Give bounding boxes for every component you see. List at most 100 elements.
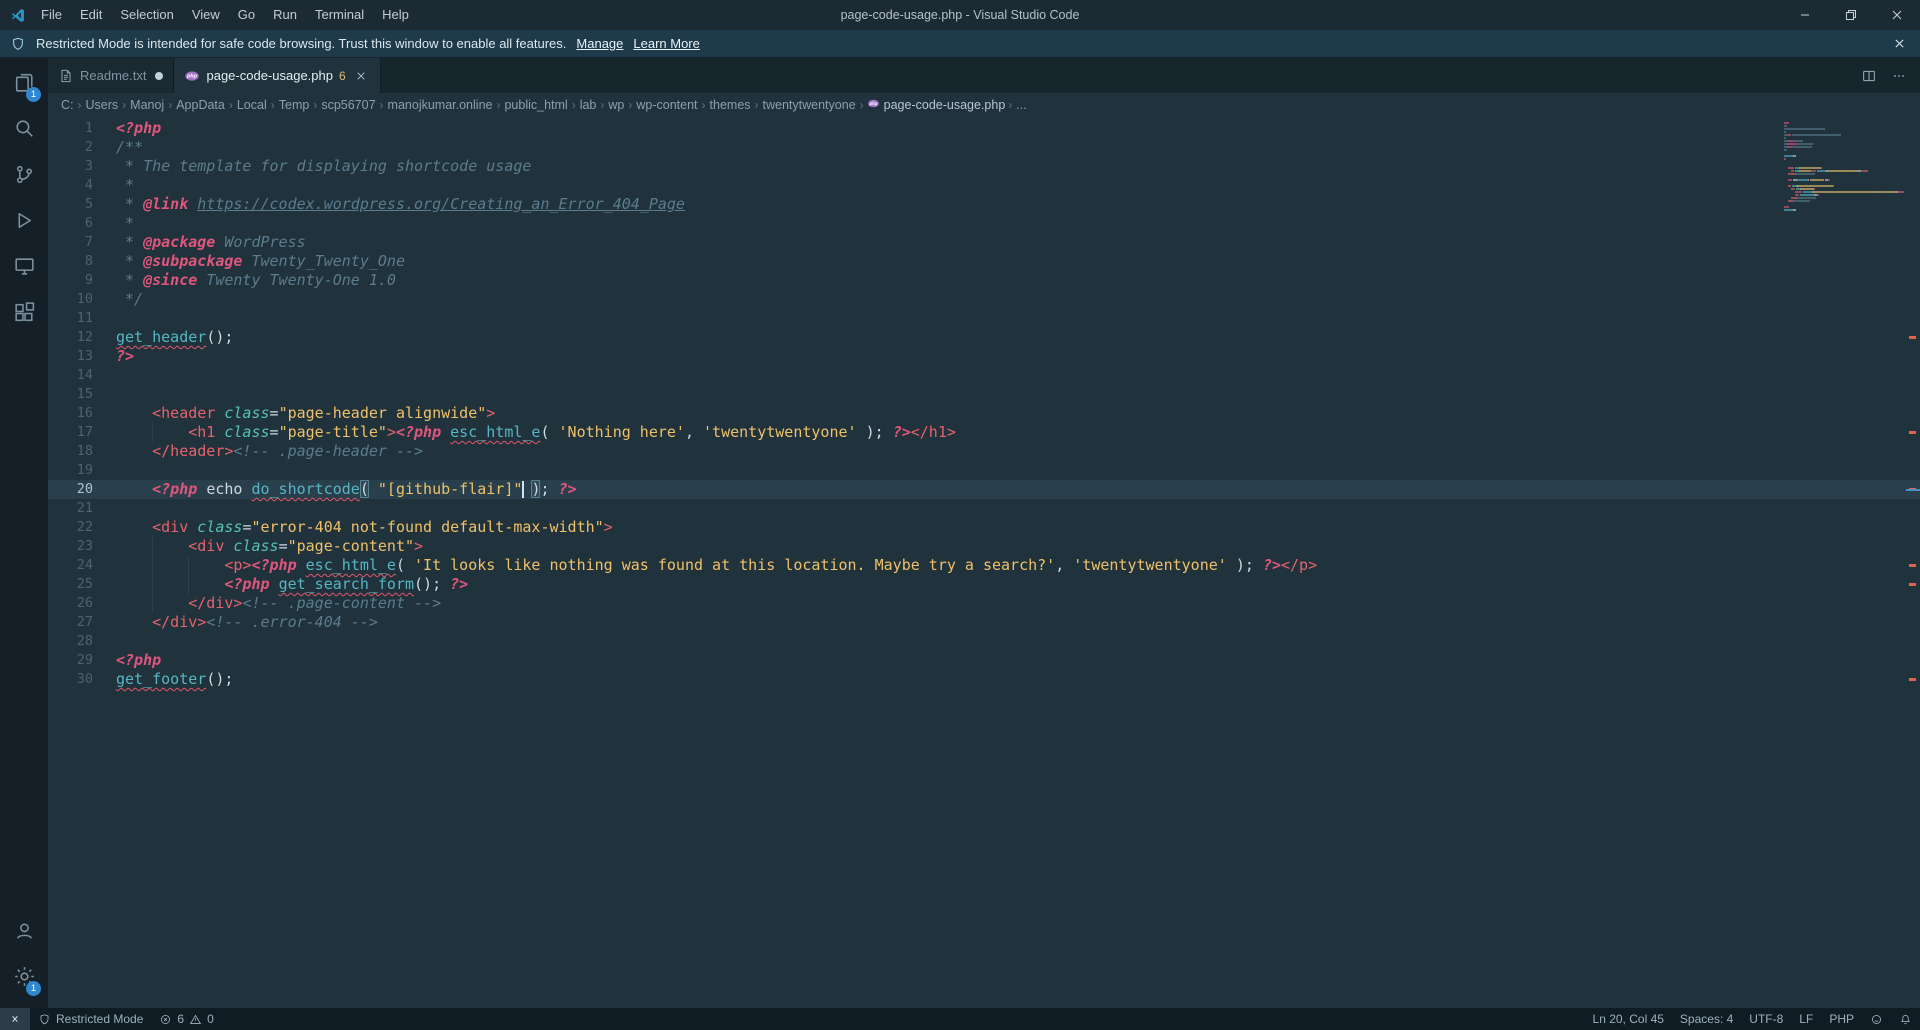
breadcrumb-segment[interactable]: wp <box>607 98 625 112</box>
breadcrumb-segment[interactable]: scp56707 <box>320 98 376 112</box>
tab-close-icon[interactable] <box>352 67 370 85</box>
line-number: 12 <box>48 328 116 347</box>
code-line-13[interactable]: 13?> <box>48 347 1920 366</box>
activity-extensions[interactable] <box>0 292 48 338</box>
restore-button[interactable] <box>1828 0 1874 30</box>
code-line-15[interactable]: 15 <box>48 385 1920 404</box>
cursor-position-status[interactable]: Ln 20, Col 45 <box>1585 1008 1672 1030</box>
code-line-21[interactable]: 21 <box>48 499 1920 518</box>
code-line-28[interactable]: 28 <box>48 632 1920 651</box>
menu-edit[interactable]: Edit <box>71 4 111 26</box>
learn-more-link[interactable]: Learn More <box>633 36 699 51</box>
tab-readme-txt[interactable]: Readme.txt <box>48 58 174 93</box>
breadcrumb-separator-icon: › <box>493 98 503 112</box>
restricted-mode-status[interactable]: Restricted Mode <box>30 1008 151 1030</box>
code-line-6[interactable]: 6 * <box>48 214 1920 233</box>
breadcrumb-segment[interactable]: twentytwentyone <box>762 98 857 112</box>
breadcrumb-more[interactable]: ... <box>1015 98 1027 112</box>
activity-settings[interactable]: 1 <box>0 956 48 1002</box>
breadcrumb-segment[interactable]: Manoj <box>129 98 165 112</box>
breadcrumb-file-label: page-code-usage.php <box>884 98 1006 112</box>
code-line-29[interactable]: 29<?php <box>48 651 1920 670</box>
menu-go[interactable]: Go <box>229 4 264 26</box>
code-line-12[interactable]: 12get_header(); <box>48 328 1920 347</box>
tab-label: page-code-usage.php <box>206 68 333 83</box>
code-line-19[interactable]: 19 <box>48 461 1920 480</box>
code-line-25[interactable]: 25 <?php get_search_form(); ?> <box>48 575 1920 594</box>
breadcrumb-segment[interactable]: Users <box>85 98 120 112</box>
breadcrumb-segment[interactable]: lab <box>579 98 598 112</box>
code-line-27[interactable]: 27 </div><!-- .error-404 --> <box>48 613 1920 632</box>
code-editor[interactable]: 1<?php2/**3 * The template for displayin… <box>48 117 1920 1008</box>
tab-page-code-usage-php[interactable]: phppage-code-usage.php6 <box>174 58 380 93</box>
code-area[interactable]: 1<?php2/**3 * The template for displayin… <box>48 117 1920 689</box>
breadcrumb-separator-icon: › <box>377 98 387 112</box>
split-editor-icon[interactable] <box>1856 63 1882 89</box>
notifications-bell-icon[interactable] <box>1891 1008 1920 1030</box>
eol-status[interactable]: LF <box>1791 1008 1821 1030</box>
code-line-22[interactable]: 22 <div class="error-404 not-found defau… <box>48 518 1920 537</box>
menu-run[interactable]: Run <box>264 4 306 26</box>
code-line-10[interactable]: 10 */ <box>48 290 1920 309</box>
menu-selection[interactable]: Selection <box>111 4 182 26</box>
code-line-9[interactable]: 9 * @since Twenty Twenty-One 1.0 <box>48 271 1920 290</box>
more-actions-icon[interactable] <box>1886 63 1912 89</box>
code-line-3[interactable]: 3 * The template for displaying shortcod… <box>48 157 1920 176</box>
status-bar: Restricted Mode 6 0 Ln 20, Col 45 Spaces… <box>0 1008 1920 1030</box>
language-mode-status[interactable]: PHP <box>1821 1008 1862 1030</box>
activity-explorer[interactable]: 1 <box>0 62 48 108</box>
indentation-status[interactable]: Spaces: 4 <box>1672 1008 1741 1030</box>
breadcrumb-segment[interactable]: themes <box>709 98 752 112</box>
code-line-18[interactable]: 18 </header><!-- .page-header --> <box>48 442 1920 461</box>
code-line-7[interactable]: 7 * @package WordPress <box>48 233 1920 252</box>
activity-remote-explorer[interactable] <box>0 246 48 292</box>
breadcrumb-segment[interactable]: public_html <box>503 98 568 112</box>
menu-help[interactable]: Help <box>373 4 418 26</box>
manage-link[interactable]: Manage <box>576 36 623 51</box>
indent-guide <box>152 537 153 556</box>
code-line-8[interactable]: 8 * @subpackage Twenty_Twenty_One <box>48 252 1920 271</box>
code-line-24[interactable]: 24 <p><?php esc_html_e( 'It looks like n… <box>48 556 1920 575</box>
activity-search[interactable] <box>0 108 48 154</box>
line-number: 15 <box>48 385 116 404</box>
remote-indicator[interactable] <box>0 1008 30 1030</box>
code-line-11[interactable]: 11 <box>48 309 1920 328</box>
line-content: */ <box>116 290 143 309</box>
code-line-2[interactable]: 2/** <box>48 138 1920 157</box>
breadcrumb-segment[interactable]: Temp <box>278 98 311 112</box>
minimize-button[interactable] <box>1782 0 1828 30</box>
minimap[interactable] <box>1784 122 1904 212</box>
breadcrumb-separator-icon: › <box>75 98 85 112</box>
breadcrumb-segment[interactable]: AppData <box>175 98 226 112</box>
breadcrumb-segment[interactable]: wp-content <box>635 98 698 112</box>
close-button[interactable] <box>1874 0 1920 30</box>
breadcrumb-segment[interactable]: manojkumar.online <box>387 98 494 112</box>
overview-ruler[interactable] <box>1906 117 1920 1008</box>
code-line-20[interactable]: 20 <?php echo do_shortcode( "[github-fla… <box>48 480 1920 499</box>
code-line-26[interactable]: 26 </div><!-- .page-content --> <box>48 594 1920 613</box>
breadcrumb-segment[interactable]: C: <box>60 98 75 112</box>
code-line-16[interactable]: 16 <header class="page-header alignwide"… <box>48 404 1920 423</box>
banner-close-icon[interactable] <box>1888 33 1910 55</box>
code-line-1[interactable]: 1<?php <box>48 119 1920 138</box>
line-number: 3 <box>48 157 116 176</box>
encoding-status[interactable]: UTF-8 <box>1741 1008 1791 1030</box>
line-number: 13 <box>48 347 116 366</box>
code-line-30[interactable]: 30get_footer(); <box>48 670 1920 689</box>
feedback-icon[interactable] <box>1862 1008 1891 1030</box>
menu-view[interactable]: View <box>183 4 229 26</box>
code-line-23[interactable]: 23 <div class="page-content"> <box>48 537 1920 556</box>
menu-terminal[interactable]: Terminal <box>306 4 373 26</box>
code-line-4[interactable]: 4 * <box>48 176 1920 195</box>
activity-run-debug[interactable] <box>0 200 48 246</box>
breadcrumb-segment[interactable]: Local <box>236 98 268 112</box>
code-line-14[interactable]: 14 <box>48 366 1920 385</box>
code-line-17[interactable]: 17 <h1 class="page-title"><?php esc_html… <box>48 423 1920 442</box>
breadcrumb-file[interactable]: phppage-code-usage.php <box>867 97 1006 113</box>
activity-accounts[interactable] <box>0 910 48 956</box>
svg-text:php: php <box>187 73 199 79</box>
menu-file[interactable]: File <box>32 4 71 26</box>
code-line-5[interactable]: 5 * @link https://codex.wordpress.org/Cr… <box>48 195 1920 214</box>
activity-source-control[interactable] <box>0 154 48 200</box>
problems-status[interactable]: 6 0 <box>151 1008 221 1030</box>
